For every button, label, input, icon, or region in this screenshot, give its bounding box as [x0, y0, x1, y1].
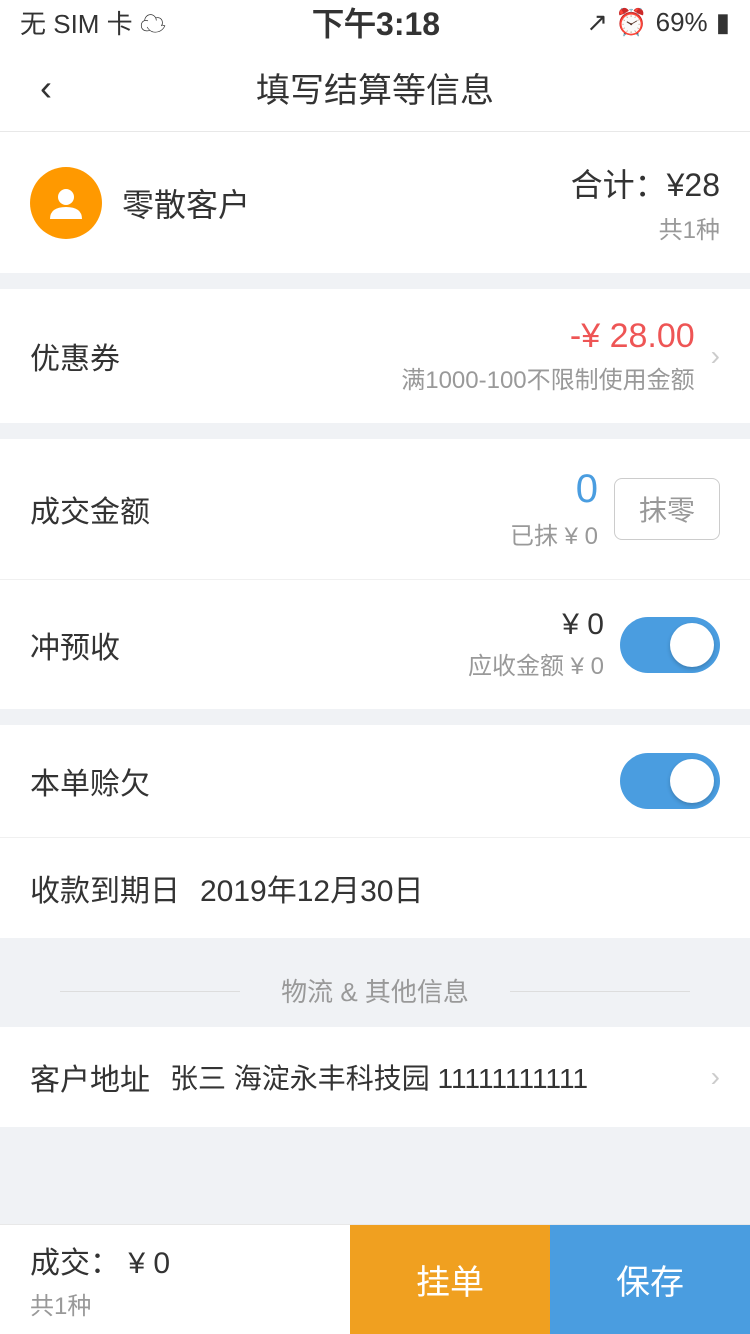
customer-name: 零散客户 [122, 180, 250, 226]
due-date-label: 收款到期日 [30, 866, 180, 910]
due-date-row: 收款到期日 2019年12月30日 [0, 838, 750, 938]
page-title: 填写结算等信息 [256, 63, 494, 112]
coupon-label: 优惠券 [30, 334, 120, 378]
customer-count: 共1种 [571, 210, 720, 245]
credit-row: 本单赊欠 [0, 725, 750, 838]
address-row[interactable]: 客户地址 张三 海淀永丰科技园 11111111111 › [0, 1027, 750, 1127]
amount-value: 0 [510, 467, 598, 512]
prepay-value: ¥ 0 [468, 608, 604, 642]
prepay-row: 冲预收 ¥ 0 应收金额 ¥ 0 [0, 580, 750, 709]
coupon-discount: -¥ 28.00 [401, 317, 694, 356]
address-value: 张三 海淀永丰科技园 11111111111 [170, 1057, 711, 1097]
logistics-divider: 物流 & 其他信息 [0, 954, 750, 1027]
status-time: 下午3:18 [312, 0, 440, 45]
credit-toggle[interactable] [620, 753, 720, 809]
avatar [30, 167, 102, 239]
already-round: 已抹 ¥ 0 [510, 516, 598, 551]
coupon-section: 优惠券 -¥ 28.00 满1000-100不限制使用金额 › [0, 289, 750, 423]
hold-button[interactable]: 挂单 [350, 1225, 550, 1334]
customer-total: 合计：¥28 [571, 160, 720, 206]
coupon-row[interactable]: 优惠券 -¥ 28.00 满1000-100不限制使用金额 › [0, 289, 750, 423]
chevron-right-icon: › [711, 340, 720, 372]
address-chevron-icon: › [711, 1061, 720, 1093]
address-label: 客户地址 [30, 1055, 150, 1099]
prepay-toggle[interactable] [620, 617, 720, 673]
due-date-value: 2019年12月30日 [200, 866, 423, 910]
customer-section: 零散客户 合计：¥28 共1种 [0, 132, 750, 273]
amount-label: 成交金额 [30, 487, 150, 531]
prepay-label: 冲预收 [30, 623, 120, 667]
bottom-count: 共1种 [30, 1286, 320, 1321]
content-area: 零散客户 合计：¥28 共1种 优惠券 -¥ 28.00 满1000-100不限… [0, 132, 750, 1334]
status-signal: 无 SIM 卡 ☁ [20, 4, 166, 41]
bottom-amount: 成交： ¥ 0 [30, 1238, 320, 1282]
amount-row: 成交金额 0 已抹 ¥ 0 抹零 [0, 439, 750, 580]
nav-bar: ‹ 填写结算等信息 [0, 44, 750, 132]
status-battery: ↗ ⏰ 69% ▮ [586, 7, 730, 38]
coupon-note: 满1000-100不限制使用金额 [401, 360, 694, 395]
back-button[interactable]: ‹ [30, 57, 62, 119]
address-section[interactable]: 客户地址 张三 海淀永丰科技园 11111111111 › [0, 1027, 750, 1127]
status-bar: 无 SIM 卡 ☁ 下午3:18 ↗ ⏰ 69% ▮ [0, 0, 750, 44]
credit-label: 本单赊欠 [30, 759, 150, 803]
credit-section: 本单赊欠 收款到期日 2019年12月30日 [0, 725, 750, 938]
transaction-section: 成交金额 0 已抹 ¥ 0 抹零 冲预收 ¥ 0 应收金额 ¥ 0 [0, 439, 750, 709]
save-button[interactable]: 保存 [550, 1225, 750, 1334]
round-button[interactable]: 抹零 [614, 478, 720, 540]
bottom-bar: 成交： ¥ 0 共1种 挂单 保存 [0, 1224, 750, 1334]
receivable: 应收金额 ¥ 0 [468, 646, 604, 681]
